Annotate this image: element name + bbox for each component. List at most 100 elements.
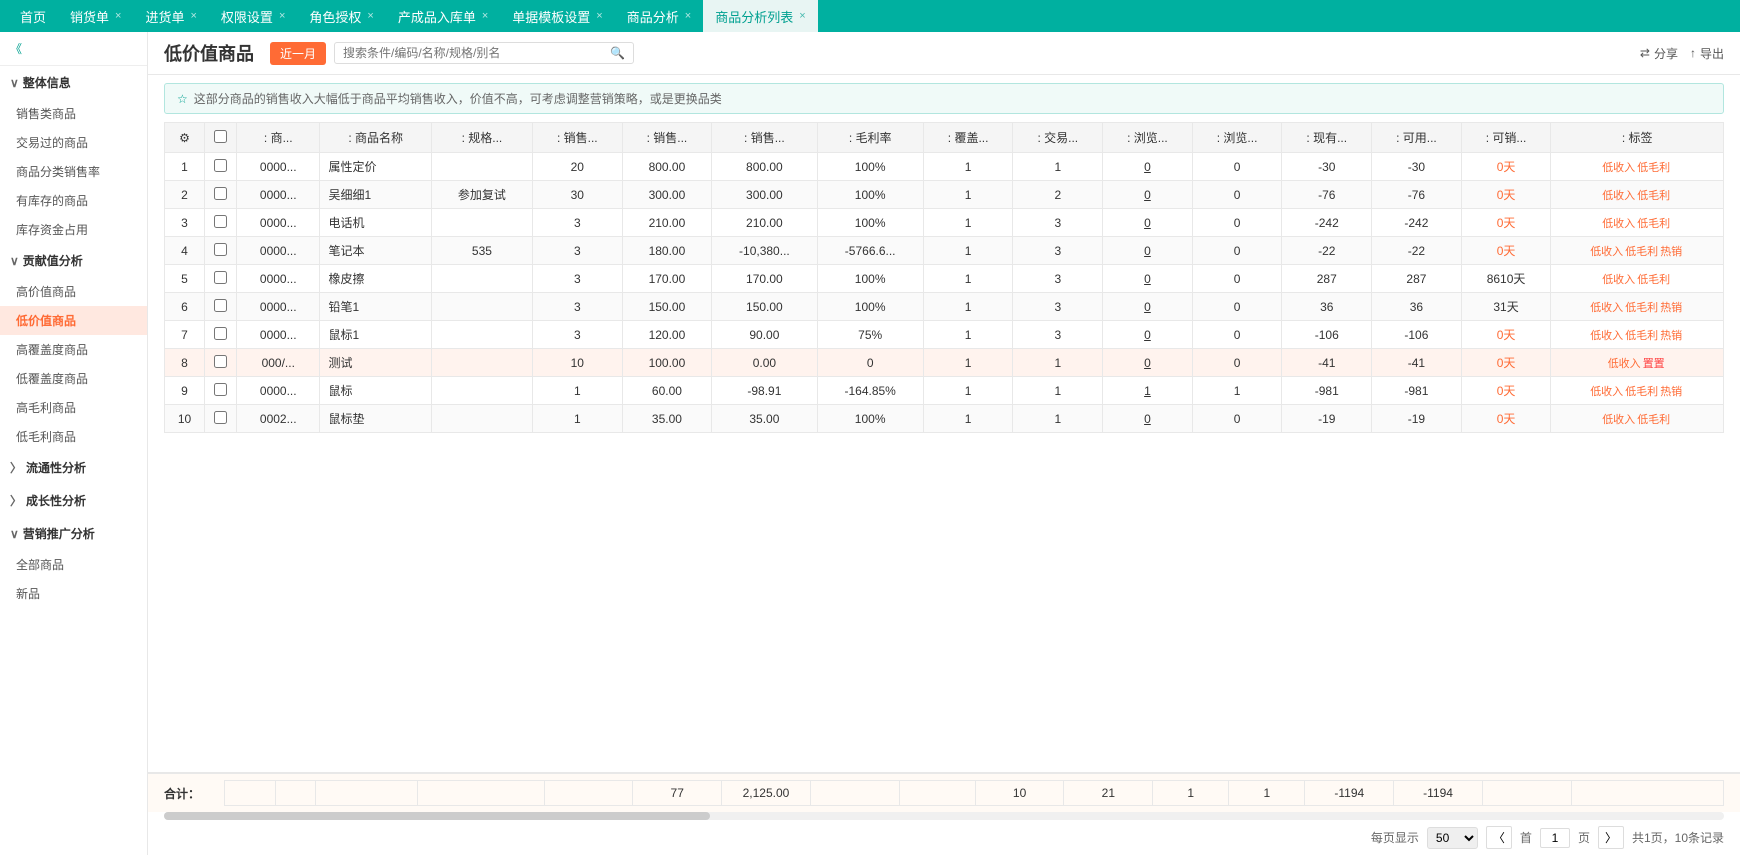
nav-stock-in[interactable]: 产成品入库单 × (386, 0, 500, 32)
row-checkbox[interactable] (214, 355, 227, 368)
nav-close-roles[interactable]: × (367, 10, 373, 22)
sidebar-item-high-margin[interactable]: 高毛利商品 (0, 393, 147, 422)
col-header-settings[interactable]: ⚙ (165, 123, 205, 153)
sidebar-item-all-goods[interactable]: 全部商品 (0, 550, 147, 579)
share-button[interactable]: ⇄ 分享 (1640, 45, 1678, 62)
cell-browse1[interactable]: 0 (1103, 405, 1193, 433)
cell-browse1[interactable]: 0 (1103, 265, 1193, 293)
row-checkbox[interactable] (214, 215, 227, 228)
browse-link[interactable]: 1 (1144, 384, 1151, 398)
sidebar-item-low-value[interactable]: 低价值商品 (0, 306, 147, 335)
browse-link[interactable]: 0 (1144, 188, 1151, 202)
browse-link[interactable]: 0 (1144, 300, 1151, 314)
browse-link[interactable]: 0 (1144, 272, 1151, 286)
cell-check[interactable] (205, 405, 237, 433)
nav-roles[interactable]: 角色授权 × (297, 0, 385, 32)
col-header-tags[interactable]: : 标签 (1551, 123, 1724, 153)
cell-browse1[interactable]: 0 (1103, 237, 1193, 265)
nav-close-purchase[interactable]: × (190, 10, 196, 22)
sidebar-item-high-value[interactable]: 高价值商品 (0, 277, 147, 306)
sidebar-item-category-rate[interactable]: 商品分类销售率 (0, 157, 147, 186)
cell-check[interactable] (205, 181, 237, 209)
search-input[interactable] (343, 46, 606, 60)
nav-close-list[interactable]: × (799, 10, 805, 22)
browse-link[interactable]: 0 (1144, 244, 1151, 258)
col-header-stock[interactable]: : 现有... (1282, 123, 1372, 153)
row-checkbox[interactable] (214, 159, 227, 172)
sidebar-group-marketing[interactable]: ∨营销推广分析 (0, 517, 147, 550)
cell-browse1[interactable]: 0 (1103, 153, 1193, 181)
sidebar-item-new-goods[interactable]: 新品 (0, 579, 147, 608)
cell-check[interactable] (205, 321, 237, 349)
browse-link[interactable]: 0 (1144, 216, 1151, 230)
nav-close-template[interactable]: × (596, 10, 602, 22)
cell-check[interactable] (205, 153, 237, 181)
nav-sales-order[interactable]: 销货单 × (58, 0, 133, 32)
export-button[interactable]: ↑ 导出 (1690, 45, 1724, 62)
sidebar-collapse-btn[interactable]: 《 (8, 38, 24, 59)
sidebar-group-overview[interactable]: ∨整体信息 (0, 66, 147, 99)
cell-check[interactable] (205, 293, 237, 321)
nav-close-permissions[interactable]: × (279, 10, 285, 22)
col-header-check[interactable] (205, 123, 237, 153)
cell-browse1[interactable]: 1 (1103, 377, 1193, 405)
cell-browse1[interactable]: 0 (1103, 209, 1193, 237)
col-header-available[interactable]: : 可用... (1372, 123, 1462, 153)
sidebar-item-capital[interactable]: 库存资金占用 (0, 215, 147, 244)
col-header-amount[interactable]: : 销售... (622, 123, 712, 153)
nav-close-sales[interactable]: × (115, 10, 121, 22)
cell-browse1[interactable]: 0 (1103, 181, 1193, 209)
sidebar-item-sales-goods[interactable]: 销售类商品 (0, 99, 147, 128)
filter-recent-month[interactable]: 近一月 (270, 42, 326, 65)
browse-link[interactable]: 0 (1144, 328, 1151, 342)
row-checkbox[interactable] (214, 327, 227, 340)
cell-browse1[interactable]: 0 (1103, 321, 1193, 349)
nav-home[interactable]: 首页 (8, 0, 58, 32)
browse-link[interactable]: 0 (1144, 356, 1151, 370)
sidebar-group-flow[interactable]: 〉流通性分析 (0, 451, 147, 484)
sidebar-item-high-coverage[interactable]: 高覆盖度商品 (0, 335, 147, 364)
browse-link[interactable]: 0 (1144, 160, 1151, 174)
row-checkbox[interactable] (214, 299, 227, 312)
cell-check[interactable] (205, 349, 237, 377)
nav-analysis-list[interactable]: 商品分析列表 × (703, 0, 817, 32)
cell-check[interactable] (205, 237, 237, 265)
col-header-name[interactable]: : 商品名称 (320, 123, 431, 153)
nav-close-analysis[interactable]: × (685, 10, 691, 22)
row-checkbox[interactable] (214, 383, 227, 396)
sidebar-group-growth[interactable]: 〉成长性分析 (0, 484, 147, 517)
col-header-sellable[interactable]: : 可销... (1461, 123, 1551, 153)
page-input[interactable] (1540, 828, 1570, 848)
table-container[interactable]: ⚙ : 商... : 商品名称 : 规格... : 销售... : 销售... … (148, 122, 1740, 772)
row-checkbox[interactable] (214, 271, 227, 284)
cell-browse1[interactable]: 0 (1103, 293, 1193, 321)
nav-analysis[interactable]: 商品分析 × (615, 0, 703, 32)
per-page-select[interactable]: 50 100 200 (1427, 827, 1478, 849)
col-header-code[interactable]: : 商... (237, 123, 320, 153)
col-header-trade[interactable]: : 交易... (1013, 123, 1103, 153)
nav-purchase[interactable]: 进货单 × (133, 0, 208, 32)
col-header-spec[interactable]: : 规格... (431, 123, 532, 153)
browse-link[interactable]: 0 (1144, 412, 1151, 426)
col-header-margin[interactable]: : 毛利率 (817, 123, 923, 153)
col-header-qty[interactable]: : 销售... (532, 123, 622, 153)
col-header-browse2[interactable]: : 浏览... (1192, 123, 1282, 153)
next-page-btn[interactable]: 〉 (1598, 826, 1624, 849)
row-checkbox[interactable] (214, 243, 227, 256)
cell-check[interactable] (205, 265, 237, 293)
cell-check[interactable] (205, 377, 237, 405)
sidebar-group-contribution[interactable]: ∨贡献值分析 (0, 244, 147, 277)
row-checkbox[interactable] (214, 187, 227, 200)
nav-close-stock[interactable]: × (482, 10, 488, 22)
select-all-checkbox[interactable] (214, 130, 227, 143)
cell-browse1[interactable]: 0 (1103, 349, 1193, 377)
col-header-avg[interactable]: : 销售... (712, 123, 817, 153)
sidebar-item-low-coverage[interactable]: 低覆盖度商品 (0, 364, 147, 393)
first-page-btn[interactable]: 〈 (1486, 826, 1512, 849)
col-header-coverage[interactable]: : 覆盖... (923, 123, 1013, 153)
nav-template[interactable]: 单据模板设置 × (500, 0, 614, 32)
col-header-browse1[interactable]: : 浏览... (1103, 123, 1193, 153)
sidebar-item-stock-goods[interactable]: 有库存的商品 (0, 186, 147, 215)
cell-check[interactable] (205, 209, 237, 237)
row-checkbox[interactable] (214, 411, 227, 424)
